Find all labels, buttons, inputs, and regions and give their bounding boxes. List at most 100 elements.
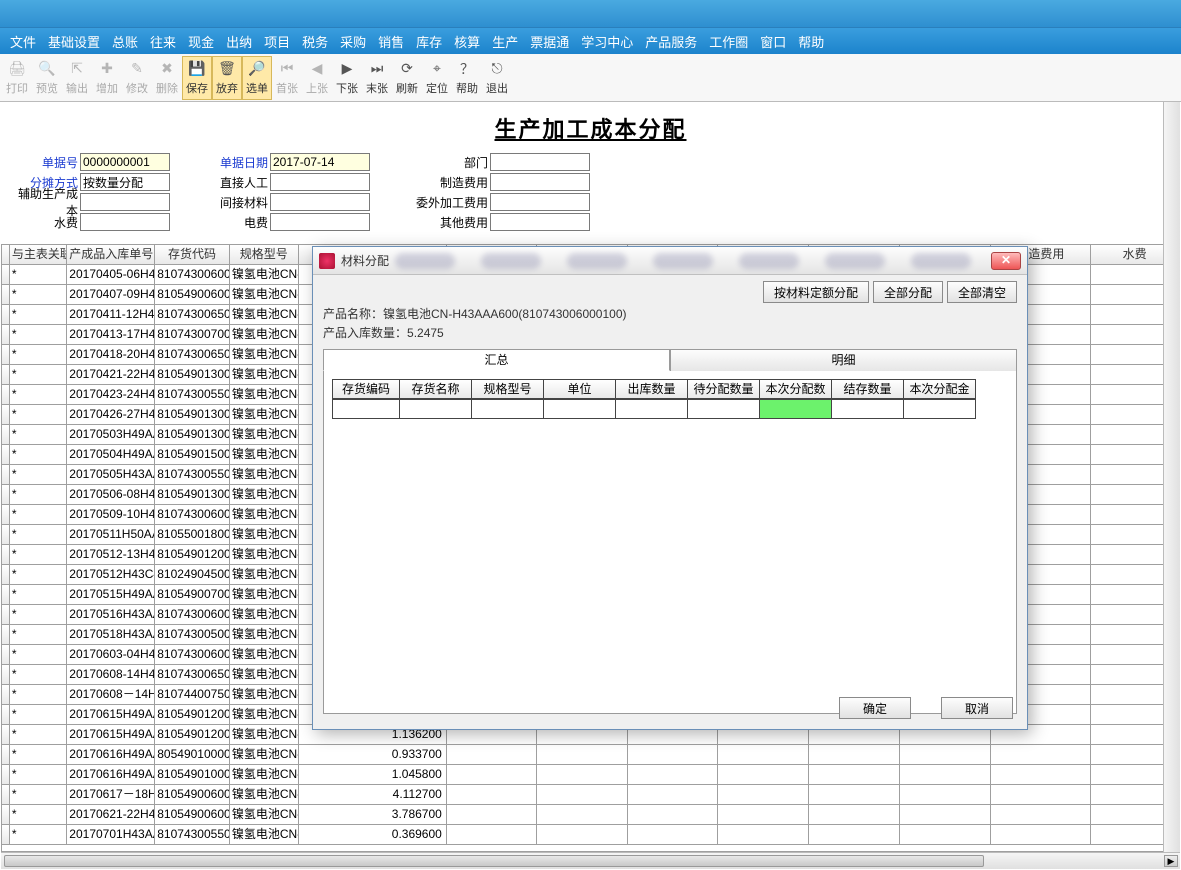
toolbar-保存[interactable]: 💾保存	[182, 56, 212, 100]
menu-现金[interactable]: 现金	[182, 32, 220, 51]
grid-header-3[interactable]: 存货代码	[155, 245, 230, 265]
inner-cell[interactable]	[832, 399, 904, 419]
alloc-input[interactable]	[80, 173, 170, 191]
dialog-tabs: 汇总 明细	[323, 349, 1017, 371]
toolbar-上张[interactable]: ◀上张	[302, 56, 332, 100]
menu-出纳[interactable]: 出纳	[220, 32, 258, 51]
imat-input[interactable]	[270, 193, 370, 211]
dept-input[interactable]	[490, 153, 590, 171]
table-row[interactable]: *20170617－18H4810549006000镍氢电池CN-H49AA4.…	[2, 785, 1179, 805]
toolbar-删除[interactable]: ✖删除	[152, 56, 182, 100]
inner-cell[interactable]	[760, 399, 832, 419]
inner-header[interactable]: 出库数量	[616, 379, 688, 399]
elec-input[interactable]	[270, 213, 370, 231]
other-input[interactable]	[490, 213, 590, 231]
toolbar: 🖨打印🔍预览⇱输出✚增加✎修改✖删除💾保存🗑放弃🔎选单⏮首张◀上张▶下张⏭末张⟳…	[0, 54, 1181, 102]
inner-cell[interactable]	[400, 399, 472, 419]
menu-帮助[interactable]: 帮助	[792, 32, 830, 51]
tab-summary[interactable]: 汇总	[323, 349, 670, 371]
grid-header-2[interactable]: 产成品入库单号	[67, 245, 155, 265]
toolbar-末张[interactable]: ⏭末张	[362, 56, 392, 100]
inner-cell[interactable]	[688, 399, 760, 419]
menu-销售[interactable]: 销售	[372, 32, 410, 51]
docdate-input[interactable]	[270, 153, 370, 171]
scrollbar-thumb[interactable]	[4, 855, 984, 867]
menu-基础设置[interactable]: 基础设置	[42, 32, 106, 51]
dialog-titlebar[interactable]: 材料分配 ✕	[313, 247, 1027, 275]
toolbar-首张[interactable]: ⏮首张	[272, 56, 302, 100]
vertical-scrollbar[interactable]	[1163, 102, 1180, 852]
mfg-input[interactable]	[490, 173, 590, 191]
table-row[interactable]: *20170616H49AA1805490100000镍氢电池CN-AA1000…	[2, 745, 1179, 765]
toolbar-下张[interactable]: ▶下张	[332, 56, 362, 100]
inner-cell[interactable]	[904, 399, 976, 419]
toolbar-预览[interactable]: 🔍预览	[32, 56, 62, 100]
clear-all-button[interactable]: 全部清空	[947, 281, 1017, 303]
inner-header[interactable]: 存货名称	[400, 379, 472, 399]
close-icon[interactable]: ✕	[991, 252, 1021, 270]
inner-cell[interactable]	[544, 399, 616, 419]
dlabor-input[interactable]	[270, 173, 370, 191]
menu-文件[interactable]: 文件	[4, 32, 42, 51]
menu-库存[interactable]: 库存	[410, 32, 448, 51]
inner-header[interactable]: 单位	[544, 379, 616, 399]
water-label: 水费	[10, 214, 80, 231]
inner-grid-row[interactable]	[332, 399, 1008, 419]
inner-header[interactable]: 本次分配数量	[760, 379, 832, 399]
table-row[interactable]: *20170621-22H49810549006000镍氢电池CN-H49AA3…	[2, 805, 1179, 825]
ok-button[interactable]: 确定	[839, 697, 911, 719]
menu-总账[interactable]: 总账	[106, 32, 144, 51]
toolbar-退出[interactable]: ⎋退出	[482, 56, 512, 100]
menu-采购[interactable]: 采购	[334, 32, 372, 51]
toolbar-打印[interactable]: 🖨打印	[2, 56, 32, 100]
toolbar-帮助[interactable]: ？帮助	[452, 56, 482, 100]
inner-cell[interactable]	[616, 399, 688, 419]
menu-学习中心[interactable]: 学习中心	[575, 32, 639, 51]
menu-生产[interactable]: 生产	[486, 32, 524, 51]
inner-cell[interactable]	[472, 399, 544, 419]
grid-header-1[interactable]: 与主表关联	[10, 245, 67, 265]
table-row[interactable]: *20170701H43AAA810743005500镍氢电池CN-H43AA0…	[2, 825, 1179, 845]
inner-cell[interactable]	[332, 399, 400, 419]
toolbar-增加[interactable]: ✚增加	[92, 56, 122, 100]
menu-项目[interactable]: 项目	[258, 32, 296, 51]
toolbar-定位[interactable]: ⌖定位	[422, 56, 452, 100]
首张-icon: ⏮	[278, 60, 296, 78]
menu-核算[interactable]: 核算	[448, 32, 486, 51]
menu-税务[interactable]: 税务	[296, 32, 334, 51]
menu-bar[interactable]: 文件基础设置总账往来现金出纳项目税务采购销售库存核算生产票据通学习中心产品服务工…	[0, 28, 1181, 54]
toolbar-输出[interactable]: ⇱输出	[62, 56, 92, 100]
alloc-all-button[interactable]: 全部分配	[873, 281, 943, 303]
inner-header[interactable]: 规格型号	[472, 379, 544, 399]
toolbar-选单[interactable]: 🔎选单	[242, 56, 272, 100]
inner-header[interactable]: 本次分配金额	[904, 379, 976, 399]
修改-icon: ✎	[128, 60, 146, 78]
cancel-button[interactable]: 取消	[941, 697, 1013, 719]
grid-header-4[interactable]: 规格型号	[230, 245, 299, 265]
outp-input[interactable]	[490, 193, 590, 211]
menu-往来[interactable]: 往来	[144, 32, 182, 51]
inner-header[interactable]: 结存数量	[832, 379, 904, 399]
docno-input[interactable]	[80, 153, 170, 171]
inner-header[interactable]: 存货编码	[332, 379, 400, 399]
table-row[interactable]: *20170616H49AA1810549010001镍氢电池CN-H49AA1…	[2, 765, 1179, 785]
toolbar-修改[interactable]: ✎修改	[122, 56, 152, 100]
horizontal-scrollbar[interactable]: ▶	[1, 852, 1180, 869]
alloc-by-material-button[interactable]: 按材料定额分配	[763, 281, 869, 303]
dialog-app-icon	[319, 253, 335, 269]
menu-窗口[interactable]: 窗口	[754, 32, 792, 51]
tab-detail[interactable]: 明细	[670, 349, 1017, 371]
inner-header[interactable]: 待分配数量	[688, 379, 760, 399]
menu-产品服务[interactable]: 产品服务	[639, 32, 703, 51]
toolbar-放弃[interactable]: 🗑放弃	[212, 56, 242, 100]
docno-label: 单据号	[10, 154, 80, 171]
toolbar-刷新[interactable]: ⟳刷新	[392, 56, 422, 100]
auxcost-input[interactable]	[80, 193, 170, 211]
scroll-right-icon[interactable]: ▶	[1164, 855, 1178, 867]
menu-票据通[interactable]: 票据通	[524, 32, 575, 51]
water-input[interactable]	[80, 213, 170, 231]
选单-icon: 🔎	[248, 60, 266, 78]
dialog-tab-pane: 存货编码存货名称规格型号单位出库数量待分配数量本次分配数量结存数量本次分配金额	[323, 370, 1017, 714]
grid-header-0[interactable]	[2, 245, 10, 265]
menu-工作圈[interactable]: 工作圈	[703, 32, 754, 51]
